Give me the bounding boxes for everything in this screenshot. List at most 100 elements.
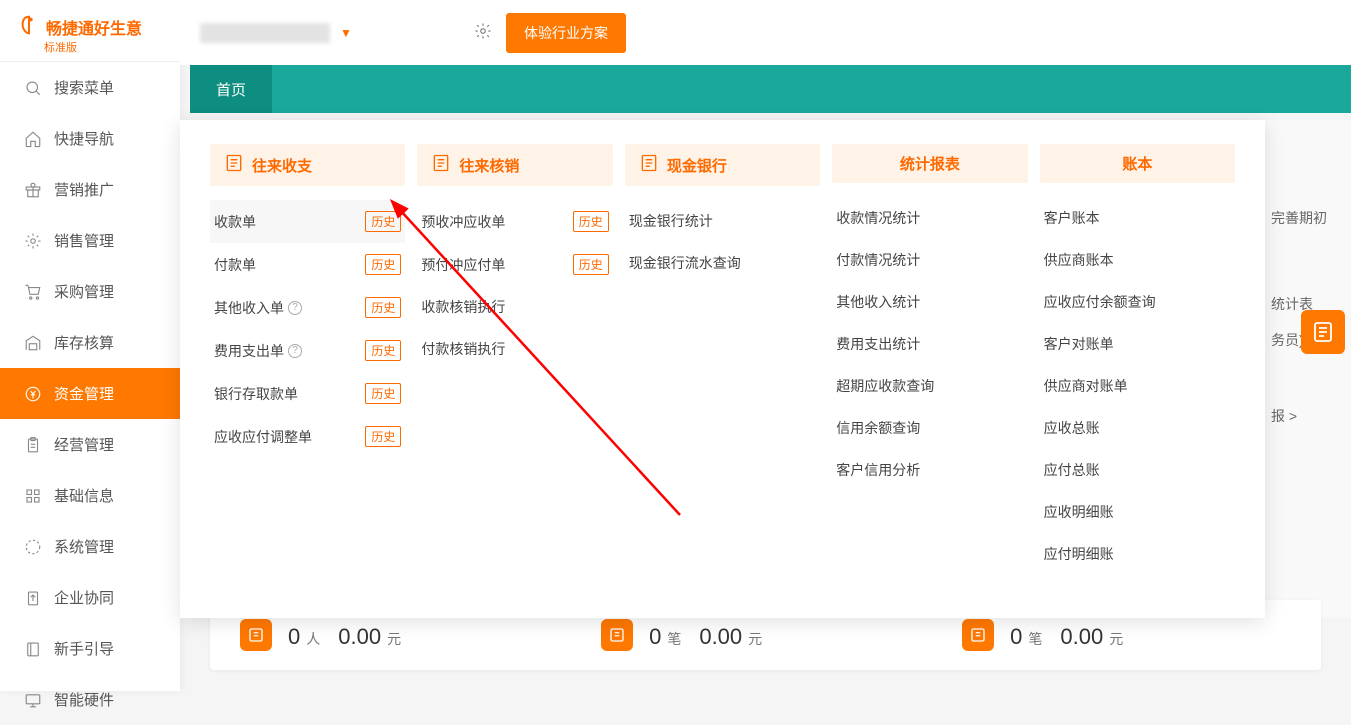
mega-menu-item[interactable]: 应收应付余额查询 [1040,281,1235,323]
history-tag[interactable]: 历史 [573,211,609,232]
mega-menu-item[interactable]: 预付冲应付单历史 [417,243,612,286]
money-icon [24,385,42,403]
mega-menu-item[interactable]: 应收应付调整单历史 [210,415,405,458]
mega-menu-item[interactable]: 超期应收款查询 [832,365,1027,407]
mega-item-label: 客户信用分析 [836,460,920,480]
sidebar-item-operations[interactable]: 经营管理 [0,419,180,470]
mega-column-title: 账本 [1122,153,1152,174]
mega-menu-item[interactable]: 收款核销执行 [417,286,612,328]
mega-menu-item[interactable]: 客户信用分析 [832,449,1027,491]
mega-item-label: 收款单 [214,212,256,232]
mega-menu-item[interactable]: 供应商对账单 [1040,365,1235,407]
sidebar-item-label: 智能硬件 [54,689,114,710]
mega-item-label: 其他收入统计 [836,292,920,312]
mega-menu-item[interactable]: 应付总账 [1040,449,1235,491]
mega-menu-item[interactable]: 客户对账单 [1040,323,1235,365]
sidebar-item-guide[interactable]: 新手引导 [0,623,180,674]
stat-unit: 笔 [1028,629,1042,649]
mega-menu-item[interactable]: 预收冲应收单历史 [417,200,612,243]
mega-menu-item[interactable]: 费用支出统计 [832,323,1027,365]
stat-amount: 0.00 [338,624,381,650]
mega-column: 往来核销预收冲应收单历史预付冲应付单历史收款核销执行付款核销执行 [417,144,612,594]
sidebar-item-sales[interactable]: 销售管理 [0,215,180,266]
mega-menu-item[interactable]: 现金银行流水查询 [625,242,820,284]
sidebar-item-label: 新手引导 [54,638,114,659]
sidebar-item-label: 营销推广 [54,179,114,200]
mega-column: 现金银行现金银行统计现金银行流水查询 [625,144,820,594]
sidebar-item-label: 搜索菜单 [54,77,114,98]
tab-home[interactable]: 首页 [190,65,272,113]
mega-item-label: 应收明细账 [1044,502,1114,522]
mega-menu-item[interactable]: 其他收入统计 [832,281,1027,323]
topbar: ▼ 体验行业方案 [180,0,1351,65]
mega-item-label: 费用支出单? [214,341,302,361]
mega-item-label: 应收应付余额查询 [1044,292,1156,312]
mega-column-header: 往来核销 [417,144,612,186]
stat-amount-unit: 元 [387,629,401,649]
stat-count: 0 [649,624,661,650]
mega-menu-item[interactable]: 应收明细账 [1040,491,1235,533]
mega-menu-item[interactable]: 现金银行统计 [625,200,820,242]
gear-icon[interactable] [474,22,492,43]
sidebar-item-funds[interactable]: 资金管理 [0,368,180,419]
report-chip-icon[interactable] [1301,310,1345,354]
mega-item-label: 应收总账 [1044,418,1100,438]
tv-icon [24,691,42,709]
sidebar-item-purchase[interactable]: 采购管理 [0,266,180,317]
mega-menu-item[interactable]: 信用余额查询 [832,407,1027,449]
sidebar-item-label: 经营管理 [54,434,114,455]
mega-menu-item[interactable]: 其他收入单? 历史 [210,286,405,329]
share-icon [24,589,42,607]
mega-menu-item[interactable]: 客户账本 [1040,197,1235,239]
stat-amount-unit: 元 [1109,629,1123,649]
sidebar-item-basicinfo[interactable]: 基础信息 [0,470,180,521]
history-tag[interactable]: 历史 [365,297,401,318]
home-icon [24,130,42,148]
history-tag[interactable]: 历史 [365,383,401,404]
logo-icon [18,14,40,39]
org-selector[interactable]: ▼ [200,23,460,43]
stat-amount: 0.00 [1060,624,1103,650]
mega-menu-item[interactable]: 费用支出单? 历史 [210,329,405,372]
mega-menu-item[interactable]: 收款单 历史 [210,200,405,243]
mega-menu-item[interactable]: 应收总账 [1040,407,1235,449]
mega-menu-item[interactable]: 银行存取款单历史 [210,372,405,415]
history-tag[interactable]: 历史 [365,211,401,232]
stat-icon [240,619,272,651]
mega-column-header: 账本 [1040,144,1235,183]
stat-unit: 笔 [667,629,681,649]
mega-menu-item[interactable]: 应付明细账 [1040,533,1235,575]
history-tag[interactable]: 历史 [365,426,401,447]
help-icon[interactable]: ? [288,301,302,315]
sidebar-item-label: 基础信息 [54,485,114,506]
industry-plan-button[interactable]: 体验行业方案 [506,13,626,53]
sidebar-item-quicknav[interactable]: 快捷导航 [0,113,180,164]
mega-item-label: 超期应收款查询 [836,376,934,396]
mega-menu-item[interactable]: 付款核销执行 [417,328,612,370]
stat-block: 0笔0.00元 [601,619,762,651]
history-tag[interactable]: 历史 [365,340,401,361]
history-tag[interactable]: 历史 [573,254,609,275]
mega-column-header: 往来收支 [210,144,405,186]
mega-menu-item[interactable]: 付款单历史 [210,243,405,286]
mega-column: 往来收支收款单历史付款单历史其他收入单?历史费用支出单?历史银行存取款单历史应收… [210,144,405,594]
sidebar-item-hardware[interactable]: 智能硬件 [0,674,180,725]
mega-item-label: 其他收入单? [214,298,302,318]
sidebar-item-marketing[interactable]: 营销推广 [0,164,180,215]
mega-column-title: 往来核销 [459,155,519,176]
mega-column-header: 现金银行 [625,144,820,186]
column-header-icon [224,153,244,177]
mega-menu-item[interactable]: 供应商账本 [1040,239,1235,281]
sidebar-item-collab[interactable]: 企业协同 [0,572,180,623]
mega-menu-item[interactable]: 收款情况统计 [832,197,1027,239]
sidebar-item-system[interactable]: 系统管理 [0,521,180,572]
sidebar-item-inventory[interactable]: 库存核算 [0,317,180,368]
help-icon[interactable]: ? [288,344,302,358]
mega-column-title: 统计报表 [900,153,960,174]
mega-item-label: 付款情况统计 [836,250,920,270]
brand-name: 畅捷通好生意 [46,15,142,39]
mega-menu-item[interactable]: 付款情况统计 [832,239,1027,281]
engine-icon [24,232,42,250]
sidebar-item-search[interactable]: 搜索菜单 [0,62,180,113]
history-tag[interactable]: 历史 [365,254,401,275]
